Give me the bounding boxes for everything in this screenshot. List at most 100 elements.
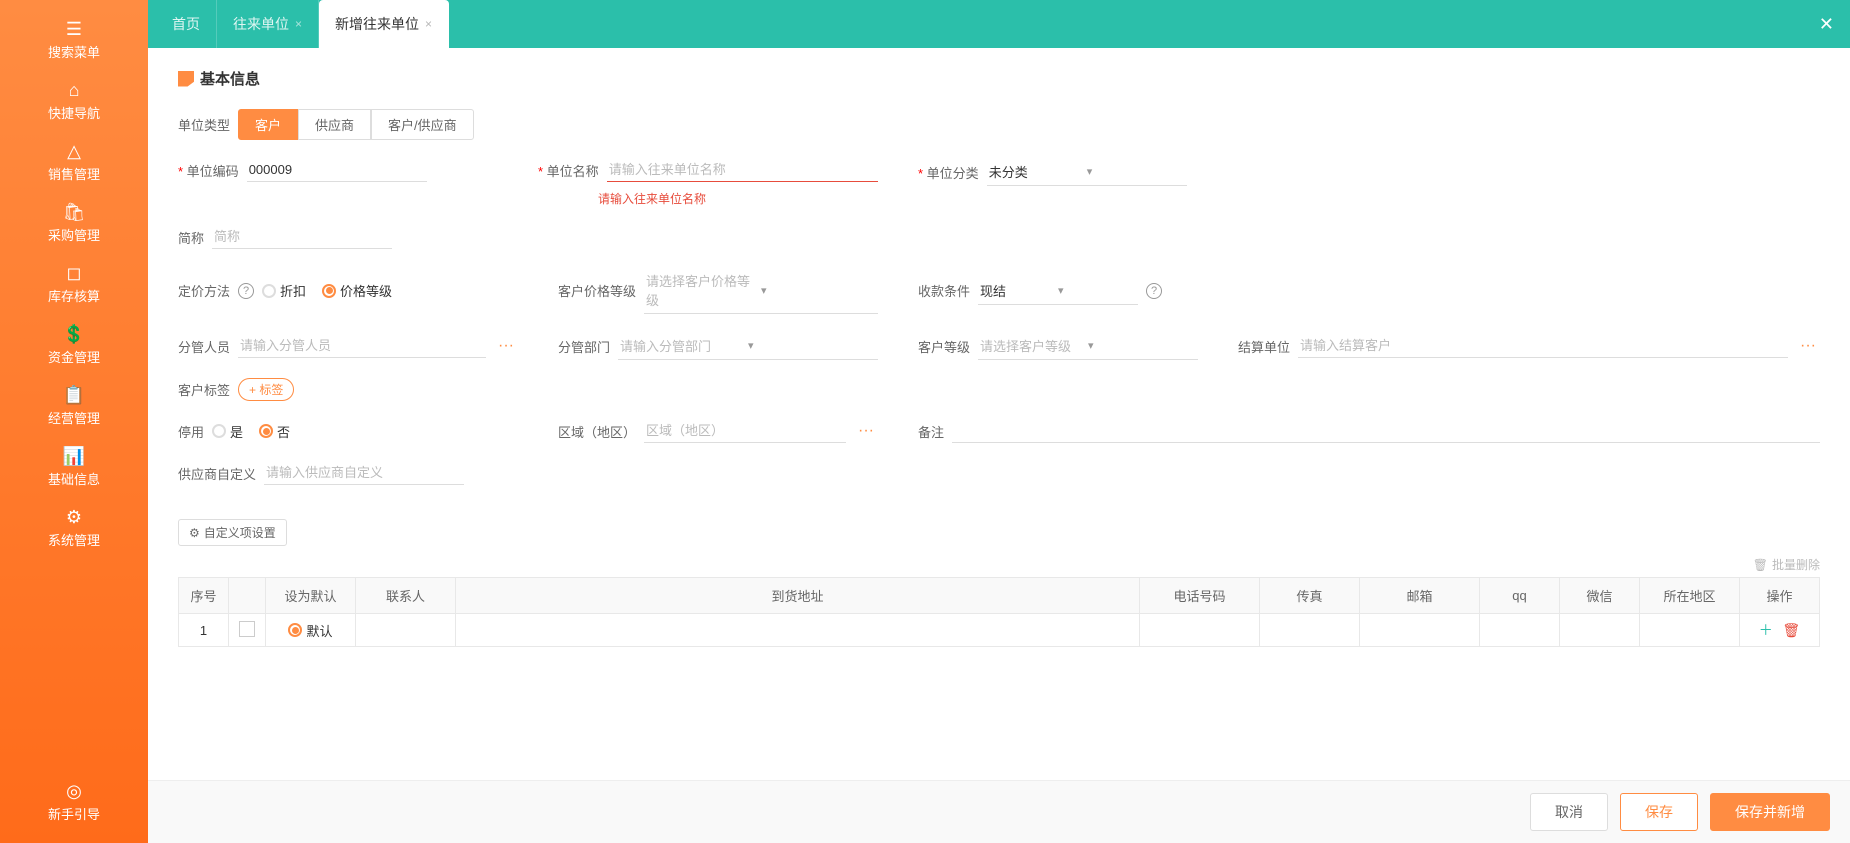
sidebar-item-sales[interactable]: △ 销售管理 [0,132,148,193]
custom-settings-label: 自定义项设置 [204,524,276,541]
region-dots-btn[interactable]: ··· [854,422,878,440]
col-fax: 传真 [1260,578,1360,614]
settlement-input[interactable] [1298,334,1788,358]
abbreviation-input[interactable] [212,225,392,249]
row-index: 1 [179,614,229,647]
row-default-radio[interactable]: 默认 [276,621,345,640]
row-qq-cell[interactable] [1480,614,1560,647]
unit-name-input[interactable] [607,158,878,182]
system-icon: ⚙ [66,508,82,526]
disable-row: 停用 是 否 区域（地区） ··· [178,419,1820,443]
pricing-method-group: 定价方法 ? 折扣 价格等级 [178,281,518,300]
tab-partners[interactable]: 往来单位 × [217,0,319,48]
sidebar-item-base-info[interactable]: 📊 基础信息 [0,437,148,498]
payment-help-icon[interactable]: ? [1146,283,1162,299]
tab-new-partner-close[interactable]: × [425,17,432,31]
contact-table: 序号 设为默认 联系人 到货地址 电话号码 传真 邮箱 qq 微信 所在地区 操… [178,577,1820,647]
sidebar-item-operations[interactable]: 📋 经营管理 [0,376,148,437]
region-input-cell[interactable] [1650,623,1729,638]
disable-label: 停用 [178,422,204,441]
disable-radio-group: 是 否 [212,422,290,441]
radio-no-circle [259,424,273,438]
unit-type-both[interactable]: 客户/供应商 [371,109,474,140]
qq-input[interactable] [1490,623,1549,638]
customer-price-level-label: 客户价格等级 [558,281,636,300]
sidebar-item-label: 库存核算 [48,286,100,305]
radio-no[interactable]: 否 [259,422,290,441]
row-phone-cell[interactable] [1140,614,1260,647]
unit-type-customer[interactable]: 客户 [238,109,298,140]
price-level-chevron-icon: ▾ [761,284,876,297]
sidebar-item-purchase[interactable]: 🛍 采购管理 [0,193,148,254]
sidebar-item-system[interactable]: ⚙ 系统管理 [0,498,148,559]
sidebar-search[interactable]: ☰ 搜索菜单 [0,10,148,71]
sidebar-item-label: 系统管理 [48,530,100,549]
delete-row-btn[interactable]: 🗑 [1779,622,1803,638]
row-checkbox-cell[interactable] [229,614,266,647]
custom-settings-button[interactable]: ⚙ 自定义项设置 [178,519,287,546]
tab-home[interactable]: 首页 [156,0,217,48]
manager-dots-btn[interactable]: ··· [494,337,518,355]
unit-type-row: 单位类型 客户 供应商 客户/供应商 [178,109,1820,140]
level-chevron-icon: ▾ [1088,339,1196,352]
cancel-button[interactable]: 取消 [1530,793,1608,831]
unit-type-label: 单位类型 [178,115,230,134]
unit-code-input[interactable] [247,158,427,182]
department-select[interactable]: 请输入分管部门 ▾ [618,332,878,360]
save-new-button[interactable]: 保存并新增 [1710,793,1830,831]
save-button[interactable]: 保存 [1620,793,1698,831]
pricing-method-label: 定价方法 [178,281,230,300]
radio-discount[interactable]: 折扣 [262,281,306,300]
radio-yes[interactable]: 是 [212,422,243,441]
customer-level-placeholder: 请选择客户等级 [980,336,1088,355]
row-checkbox[interactable] [239,621,255,637]
contact-input[interactable] [366,623,445,638]
department-placeholder: 请输入分管部门 [620,336,748,355]
tags-label: 客户标签 [178,380,230,399]
add-row-btn[interactable]: ＋ [1756,622,1776,638]
unit-category-group: 单位分类 未分类 ▾ [918,158,1820,186]
pricing-help-icon[interactable]: ? [238,283,254,299]
radio-price-level[interactable]: 价格等级 [322,281,392,300]
email-input[interactable] [1370,623,1469,638]
tab-new-partner[interactable]: 新增往来单位 × [319,0,449,48]
customer-price-level-select[interactable]: 请选择客户价格等级 ▾ [644,267,878,314]
row-contact-cell[interactable] [356,614,456,647]
base-info-icon: 📊 [63,447,85,465]
sidebar-item-new-guide[interactable]: ◎ 新手引导 [0,772,148,833]
flag-icon [178,71,194,87]
sidebar-item-label: 经营管理 [48,408,100,427]
tab-partners-close[interactable]: × [295,17,302,31]
dept-chevron-icon: ▾ [748,339,876,352]
customer-price-level-placeholder: 请选择客户价格等级 [646,271,761,309]
unit-type-supplier[interactable]: 供应商 [298,109,371,140]
manager-input[interactable] [238,334,486,358]
radio-no-label: 否 [277,422,290,441]
sidebar-item-quick-nav[interactable]: ⌂ 快捷导航 [0,71,148,132]
customer-level-select[interactable]: 请选择客户等级 ▾ [978,332,1198,360]
supplier-custom-input[interactable] [264,461,464,485]
fax-input[interactable] [1270,623,1349,638]
sidebar-item-inventory[interactable]: ◻ 库存核算 [0,254,148,315]
wechat-input[interactable] [1570,623,1629,638]
region-input[interactable] [644,419,846,443]
unit-category-select[interactable]: 未分类 ▾ [987,158,1187,186]
row-region-cell[interactable] [1640,614,1740,647]
guide-icon: ◎ [66,782,82,800]
remarks-input[interactable] [952,419,1820,443]
col-region: 所在地区 [1640,578,1740,614]
sidebar-item-finance[interactable]: 💲 资金管理 [0,315,148,376]
settlement-dots-btn[interactable]: ··· [1796,337,1820,355]
tab-bar-close-btn[interactable]: ✕ [1811,14,1842,35]
row-address-cell[interactable] [456,614,1140,647]
customer-level-group: 客户等级 请选择客户等级 ▾ [918,332,1198,360]
payment-terms-select[interactable]: 现结 ▾ [978,277,1138,305]
address-input[interactable] [466,623,1129,638]
add-tag-button[interactable]: + 标签 [238,378,294,401]
batch-delete-area[interactable]: 🗑 批量删除 [178,556,1820,573]
row-wechat-cell[interactable] [1560,614,1640,647]
phone-input[interactable] [1150,623,1249,638]
sidebar-search-label: 搜索菜单 [48,42,100,61]
row-fax-cell[interactable] [1260,614,1360,647]
row-email-cell[interactable] [1360,614,1480,647]
